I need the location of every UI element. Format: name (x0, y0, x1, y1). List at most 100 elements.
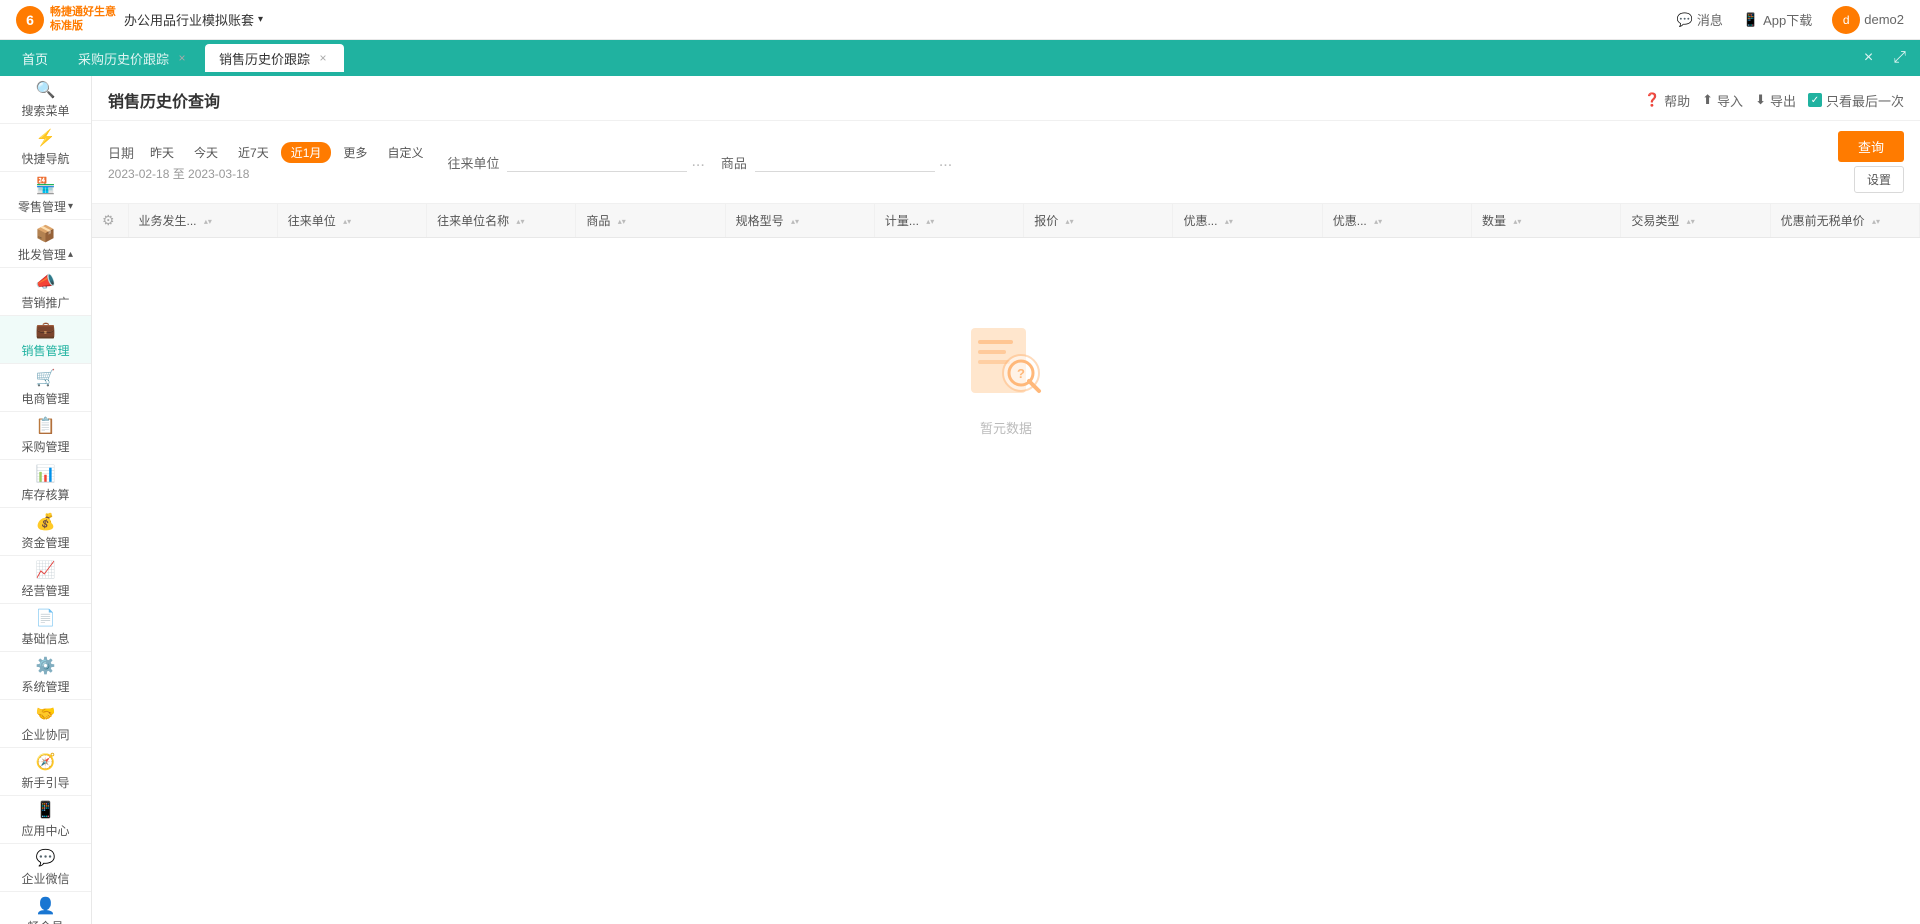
sidebar-item-app-center[interactable]: 📱 应用中心 (0, 796, 91, 844)
export-button[interactable]: ⬇ 导出 (1755, 91, 1796, 110)
tab-bar-controls: × ⤢ (1858, 47, 1912, 69)
th-partner-code-label: 往来单位 (288, 214, 336, 228)
sales-mgmt-icon: 💼 (36, 320, 56, 340)
date-option-yesterday[interactable]: 昨天 (142, 142, 182, 163)
app-center-icon: 📱 (36, 800, 56, 820)
app-download-button[interactable]: 📱 App下载 (1743, 10, 1812, 29)
sidebar-item-quick-nav[interactable]: ⚡ 快捷导航 (0, 124, 91, 172)
partner-dots[interactable]: ... (691, 153, 704, 171)
sort-arrows-discount1[interactable]: ▴▾ (1225, 217, 1233, 226)
maximize-window-button[interactable]: ⤢ (1887, 47, 1912, 69)
tab-sales-close[interactable]: × (316, 51, 330, 65)
sort-arrows-trade-type[interactable]: ▴▾ (1687, 217, 1695, 226)
sort-arrows-pretax-price[interactable]: ▴▾ (1872, 217, 1880, 226)
sidebar-item-operations-mgmt[interactable]: 📈 经营管理 (0, 556, 91, 604)
tab-bar: 首页 采购历史价跟踪 × 销售历史价跟踪 × × ⤢ (0, 40, 1920, 76)
sidebar-item-retail-mgmt[interactable]: 🏪 零售管理 ▾ (0, 172, 91, 220)
sort-arrows-partner-name[interactable]: ▴▾ (516, 217, 524, 226)
filter-area: 日期 昨天 今天 近7天 近1月 更多 自定义 2023-02-18 至 202… (92, 121, 1920, 204)
sidebar-item-search-menu[interactable]: 🔍 搜索菜单 (0, 76, 91, 124)
retail-expand-arrow: ▾ (68, 201, 73, 212)
basic-info-icon: 📄 (36, 608, 56, 628)
date-option-custom[interactable]: 自定义 (379, 142, 431, 163)
msg-button[interactable]: 💬 消息 (1677, 10, 1723, 29)
only-last-checkbox-box[interactable]: ✓ (1808, 93, 1822, 107)
goods-dots[interactable]: ... (939, 153, 952, 171)
sidebar-item-sales-mgmt[interactable]: 💼 销售管理 (0, 316, 91, 364)
partner-input[interactable] (507, 152, 687, 172)
th-quote[interactable]: 报价 ▴▾ (1024, 204, 1173, 238)
sidebar-item-new-guide[interactable]: 🧭 新手引导 (0, 748, 91, 796)
filter-right: 查询 设置 (1838, 131, 1904, 193)
tab-purchase-close[interactable]: × (175, 51, 189, 65)
sort-arrows-goods[interactable]: ▴▾ (618, 217, 626, 226)
sort-arrows-quote[interactable]: ▴▾ (1066, 217, 1074, 226)
tab-purchase-history[interactable]: 采购历史价跟踪 × (64, 44, 203, 72)
tab-home[interactable]: 首页 (8, 44, 62, 72)
th-spec[interactable]: 规格型号 ▴▾ (725, 204, 874, 238)
th-partner-code[interactable]: 往来单位 ▴▾ (277, 204, 426, 238)
filter-settings-button[interactable]: 设置 (1854, 166, 1904, 193)
sort-arrows-biz-date[interactable]: ▴▾ (204, 217, 212, 226)
sort-arrows-unit[interactable]: ▴▾ (926, 217, 934, 226)
th-discount1[interactable]: 优惠... ▴▾ (1173, 204, 1322, 238)
sidebar-item-enterprise-coop[interactable]: 🤝 企业协同 (0, 700, 91, 748)
search-menu-icon: 🔍 (36, 80, 56, 100)
content-area: 销售历史价查询 ❓ 帮助 ⬆ 导入 ⬇ 导出 (92, 76, 1920, 924)
filter-date-group: 日期 昨天 今天 近7天 近1月 更多 自定义 (108, 142, 431, 163)
date-option-last1m[interactable]: 近1月 (281, 142, 332, 163)
th-discount2[interactable]: 优惠... ▴▾ (1322, 204, 1471, 238)
logo-text: 畅捷通好生意 标准版 (50, 6, 116, 32)
goods-input[interactable] (755, 152, 935, 172)
data-table: ⚙ 业务发生... ▴▾ 往来单位 ▴▾ 往来单位名称 (92, 204, 1920, 238)
th-qty[interactable]: 数量 ▴▾ (1472, 204, 1621, 238)
filter-goods-input-group: ... (755, 152, 952, 172)
ecom-mgmt-icon: 🛒 (36, 368, 56, 388)
th-partner-name[interactable]: 往来单位名称 ▴▾ (427, 204, 576, 238)
sidebar-item-basic-info[interactable]: 📄 基础信息 (0, 604, 91, 652)
retail-mgmt-icon: 🏪 (36, 176, 56, 196)
query-button[interactable]: 查询 (1838, 131, 1904, 162)
th-discount1-label: 优惠... (1183, 214, 1217, 228)
msg-icon: 💬 (1677, 12, 1693, 28)
th-partner-name-label: 往来单位名称 (437, 214, 509, 228)
sidebar-item-enterprise-wechat[interactable]: 💬 企业微信 (0, 844, 91, 892)
sidebar-item-wholesale-mgmt[interactable]: 📦 批发管理 ▴ (0, 220, 91, 268)
sidebar-item-inventory[interactable]: 📊 库存核算 (0, 460, 91, 508)
sidebar-item-ecom-mgmt[interactable]: 🛒 电商管理 (0, 364, 91, 412)
app-dropdown-arrow[interactable]: ▾ (258, 14, 263, 25)
sort-arrows-spec[interactable]: ▴▾ (791, 217, 799, 226)
table-settings-icon[interactable]: ⚙ (102, 212, 115, 228)
user-area[interactable]: d demo2 (1832, 6, 1904, 34)
sidebar-item-system-mgmt[interactable]: ⚙️ 系统管理 (0, 652, 91, 700)
th-goods[interactable]: 商品 ▴▾ (576, 204, 725, 238)
help-button[interactable]: ❓ 帮助 (1644, 91, 1690, 110)
date-option-last7[interactable]: 近7天 (230, 142, 277, 163)
sidebar-item-member[interactable]: 👤 畅会员 (0, 892, 91, 924)
date-option-today[interactable]: 今天 (186, 142, 226, 163)
th-trade-type[interactable]: 交易类型 ▴▾ (1621, 204, 1770, 238)
app-title-area[interactable]: 办公用品行业模拟账套 ▾ (124, 10, 263, 29)
th-unit[interactable]: 计量... ▴▾ (874, 204, 1023, 238)
avatar: d (1832, 6, 1860, 34)
th-biz-date[interactable]: 业务发生... ▴▾ (128, 204, 277, 238)
tab-sales-history[interactable]: 销售历史价跟踪 × (205, 44, 344, 72)
import-button[interactable]: ⬆ 导入 (1702, 91, 1743, 110)
sort-arrows-partner-code[interactable]: ▴▾ (343, 217, 351, 226)
date-option-more[interactable]: 更多 (335, 142, 375, 163)
sort-arrows-qty[interactable]: ▴▾ (1513, 217, 1521, 226)
sort-arrows-discount2[interactable]: ▴▾ (1374, 217, 1382, 226)
purchase-mgmt-icon: 📋 (36, 416, 56, 436)
th-pretax-price[interactable]: 优惠前无税单价 ▴▾ (1770, 204, 1919, 238)
sidebar-item-finance-mgmt[interactable]: 💰 资金管理 (0, 508, 91, 556)
only-last-checkbox[interactable]: ✓ 只看最后一次 (1808, 91, 1904, 110)
svg-text:?: ? (1017, 366, 1025, 381)
th-quote-label: 报价 (1034, 214, 1058, 228)
close-window-button[interactable]: × (1858, 47, 1879, 69)
quick-nav-icon: ⚡ (36, 128, 56, 148)
sidebar-item-purchase-mgmt[interactable]: 📋 采购管理 (0, 412, 91, 460)
sidebar: 🔍 搜索菜单 ⚡ 快捷导航 🏪 零售管理 ▾ 📦 批发管理 ▴ 📣 营销推广 (0, 76, 92, 924)
date-label: 日期 (108, 143, 134, 162)
sidebar-item-marketing[interactable]: 📣 营销推广 (0, 268, 91, 316)
th-settings[interactable]: ⚙ (92, 204, 128, 238)
